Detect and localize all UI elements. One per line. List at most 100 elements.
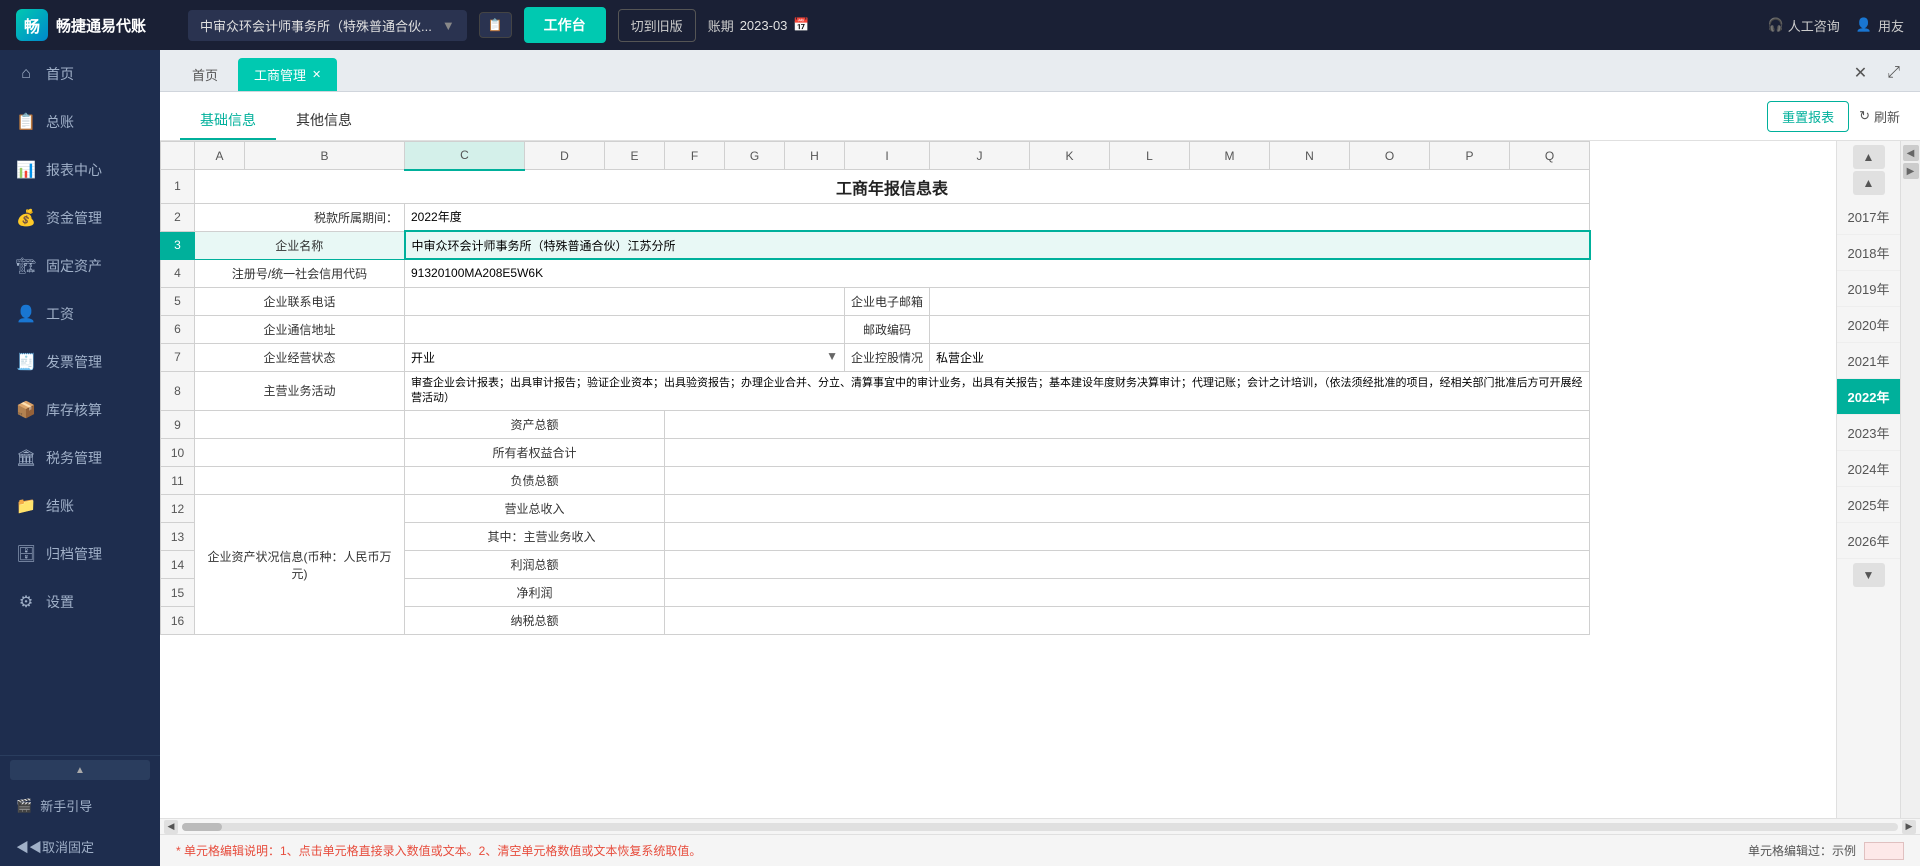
tab-business-mgmt[interactable]: 工商管理 ✕ [238, 58, 337, 91]
headset-icon: 🎧 [1768, 17, 1784, 33]
sidebar-item-home[interactable]: ⌂ 首页 [0, 50, 160, 98]
row9-label: 资产总额 [405, 411, 665, 439]
salary-icon: 👤 [16, 304, 36, 324]
row7-ownership-value[interactable]: 私营企业 [930, 343, 1590, 371]
row-4-header: 4 [161, 259, 195, 287]
close-window-button[interactable]: ✕ [1850, 59, 1871, 87]
row12-13-section-label: 企业资产状况信息(币种：人民币万元) [195, 495, 405, 635]
table-row: 11 负债总额 [161, 467, 1590, 495]
user-avatar-icon: 👤 [1856, 17, 1872, 33]
row6-postal-value[interactable] [930, 315, 1590, 343]
refresh-button[interactable]: ↻ 刷新 [1859, 101, 1900, 132]
sidebar-item-settings[interactable]: ⚙ 设置 [0, 578, 160, 626]
company-copy-button[interactable]: 📋 [479, 12, 512, 38]
company-selector[interactable]: 中审众环会计师事务所（特殊普通合伙... ▼ [188, 10, 467, 41]
window-controls: ✕ ⤢ [1850, 59, 1904, 91]
row12-label: 营业总收入 [405, 495, 665, 523]
panel-collapse-button[interactable]: ◀ [1903, 145, 1919, 161]
cancel-fixed-button[interactable]: ◀◀取消固定 [0, 827, 160, 866]
expand-window-button[interactable]: ⤢ [1883, 59, 1904, 87]
sidebar-item-report-center[interactable]: 📊 报表中心 [0, 146, 160, 194]
consult-button[interactable]: 🎧 人工咨询 [1768, 16, 1840, 35]
panel-expand-button[interactable]: ▶ [1903, 163, 1919, 179]
scroll-left-button[interactable]: ◀ [164, 820, 178, 834]
row12-value[interactable] [665, 495, 1590, 523]
row3-value[interactable]: 中审众环会计师事务所（特殊普通合伙）江苏分所 [405, 231, 1590, 259]
row11-value[interactable] [665, 467, 1590, 495]
sidebar-label-invoice: 发票管理 [46, 352, 102, 372]
row6-address-value[interactable] [405, 315, 845, 343]
calendar-icon[interactable]: 📅 [793, 17, 809, 33]
row6-label: 企业通信地址 [195, 315, 405, 343]
row5-label: 企业联系电话 [195, 287, 405, 315]
tab-bar: 首页 工商管理 ✕ ✕ ⤢ [160, 50, 1920, 92]
year-2018[interactable]: 2018年 [1837, 235, 1900, 271]
closing-icon: 📁 [16, 496, 36, 516]
scroll-track[interactable] [182, 823, 1898, 831]
user-area[interactable]: 👤 用友 [1856, 16, 1904, 35]
sidebar-scroll-up[interactable]: ▲ [10, 760, 150, 780]
col-j-header: J [930, 142, 1030, 170]
new-user-guide-button[interactable]: 🎬 新手引导 [0, 784, 160, 827]
row13-value[interactable] [665, 523, 1590, 551]
row14-value[interactable] [665, 551, 1590, 579]
sidebar-label-home: 首页 [46, 64, 74, 84]
year-2020[interactable]: 2020年 [1837, 307, 1900, 343]
sidebar-item-general-ledger[interactable]: 📋 总账 [0, 98, 160, 146]
period-label: 账期 [708, 16, 734, 35]
sidebar-item-archive[interactable]: 🗄 归档管理 [0, 530, 160, 578]
horizontal-scrollbar[interactable]: ◀ ▶ [160, 818, 1920, 834]
sidebar-item-closing[interactable]: 📁 结账 [0, 482, 160, 530]
workbench-button[interactable]: 工作台 [524, 7, 606, 43]
title-cell[interactable]: 工商年报信息表 [195, 170, 1590, 204]
sub-tab-basic-info[interactable]: 基础信息 [180, 102, 276, 140]
row16-value[interactable] [665, 607, 1590, 635]
tab-home[interactable]: 首页 [176, 58, 234, 91]
col-h-header: H [785, 142, 845, 170]
row2-value[interactable]: 2022年度 [405, 203, 1590, 231]
tab-home-label: 首页 [192, 65, 218, 84]
spreadsheet-scroll-area[interactable]: A B C D E F G H I J K L [160, 141, 1836, 818]
row4-value[interactable]: 91320100MA208E5W6K [405, 259, 1590, 287]
scroll-right-button[interactable]: ▶ [1902, 820, 1916, 834]
row7-status-value[interactable]: 开业 ▼ [405, 343, 845, 371]
sidebar-label-inventory: 库存核算 [46, 400, 102, 420]
year-scroll-down-button[interactable]: ▼ [1853, 563, 1885, 587]
row10-value[interactable] [665, 439, 1590, 467]
sidebar-item-invoice[interactable]: 🧾 发票管理 [0, 338, 160, 386]
year-2021[interactable]: 2021年 [1837, 343, 1900, 379]
year-2019[interactable]: 2019年 [1837, 271, 1900, 307]
sidebar-item-tax[interactable]: 🏛 税务管理 [0, 434, 160, 482]
sidebar-item-fixed-assets[interactable]: 🏗 固定资产 [0, 242, 160, 290]
year-2025[interactable]: 2025年 [1837, 487, 1900, 523]
col-q-header: Q [1510, 142, 1590, 170]
col-g-header: G [725, 142, 785, 170]
row14-label: 利润总额 [405, 551, 665, 579]
reset-report-button[interactable]: 重置报表 [1767, 101, 1849, 132]
logo-text: 畅捷通易代账 [56, 15, 146, 36]
row15-value[interactable] [665, 579, 1590, 607]
guide-icon: 🎬 [16, 798, 32, 814]
old-version-button[interactable]: 切到旧版 [618, 9, 696, 42]
year-2022[interactable]: 2022年 [1837, 379, 1900, 415]
sidebar-item-finance[interactable]: 💰 资金管理 [0, 194, 160, 242]
row10-empty [195, 439, 405, 467]
row5-email-value[interactable] [930, 287, 1590, 315]
row8-value[interactable]: 审查企业会计报表；出具审计报告；验证企业资本；出具验资报告；办理企业合并、分立、… [405, 371, 1590, 411]
year-2017[interactable]: 2017年 [1837, 199, 1900, 235]
year-2023[interactable]: 2023年 [1837, 415, 1900, 451]
year-2024[interactable]: 2024年 [1837, 451, 1900, 487]
year-scroll-up2-button[interactable]: ▲ [1853, 171, 1885, 195]
sidebar-item-salary[interactable]: 👤 工资 [0, 290, 160, 338]
sub-tab-other-info[interactable]: 其他信息 [276, 102, 372, 140]
row9-value[interactable] [665, 411, 1590, 439]
sidebar-item-inventory[interactable]: 📦 库存核算 [0, 386, 160, 434]
tab-close-icon[interactable]: ✕ [312, 68, 321, 81]
row15-label: 净利润 [405, 579, 665, 607]
year-scroll-up-button[interactable]: ▲ [1853, 145, 1885, 169]
year-2026[interactable]: 2026年 [1837, 523, 1900, 559]
row5-phone-value[interactable] [405, 287, 845, 315]
sidebar-label-archive: 归档管理 [46, 544, 102, 564]
content-area: 基础信息 其他信息 重置报表 ↻ 刷新 [160, 92, 1920, 866]
row-10-header: 10 [161, 439, 195, 467]
